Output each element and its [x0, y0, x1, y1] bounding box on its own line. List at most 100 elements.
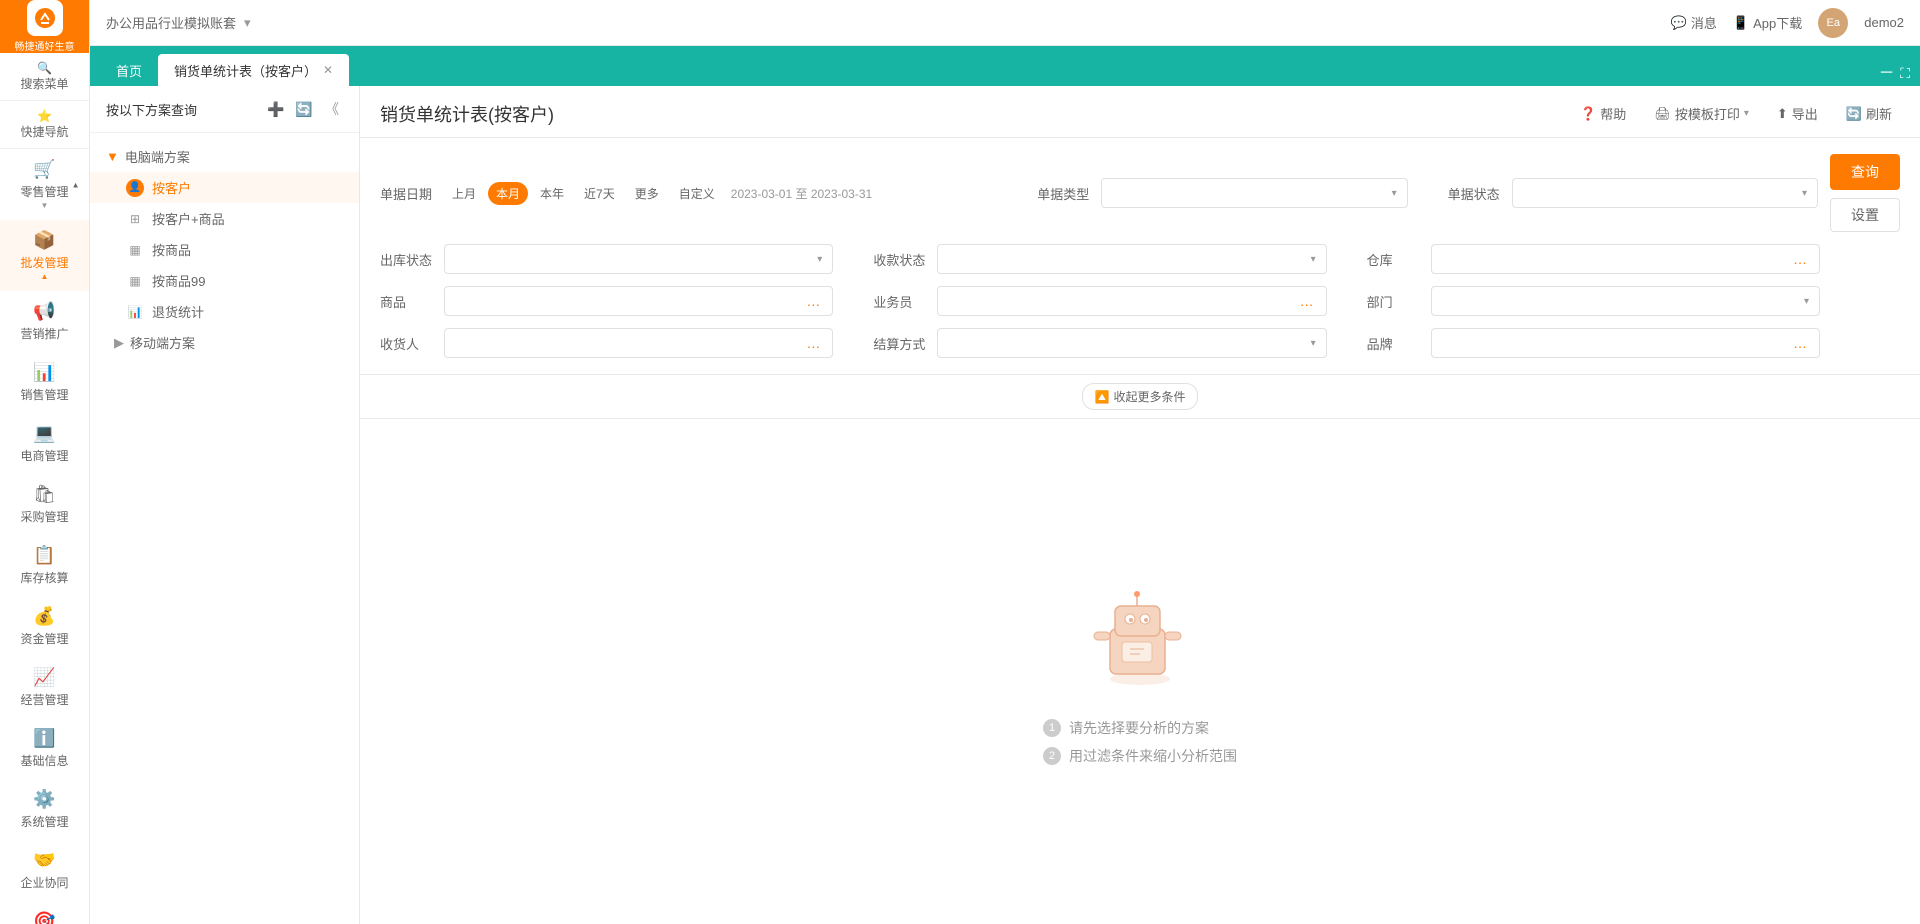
- department-filter-item: 部门 ▾: [1367, 286, 1820, 316]
- return-stats-icon: 📊: [126, 303, 144, 321]
- sidebar-item-newbie[interactable]: 🎯 新手引导: [0, 901, 90, 924]
- message-icon: 💬: [1671, 15, 1687, 31]
- payment-status-select[interactable]: ▾: [937, 244, 1326, 274]
- breadcrumb-arrow-icon[interactable]: ▾: [244, 15, 251, 31]
- tab-sales-stats[interactable]: 销货单统计表（按客户） ✕: [158, 54, 349, 86]
- user-name[interactable]: demo2: [1864, 15, 1904, 30]
- filter-row-2: 出库状态 ▾ 收款状态 ▾: [380, 244, 1900, 274]
- refresh-btn[interactable]: 🔄 刷新: [1838, 100, 1900, 127]
- template-print-btn[interactable]: 🖨 按模板打印 ▾: [1646, 100, 1757, 127]
- app-logo[interactable]: 畅捷通好生意: [0, 0, 90, 53]
- tree-item-by-goods[interactable]: ▦ 按商品: [90, 234, 359, 265]
- sidebar-quicknav-label: 快捷导航: [0, 123, 90, 140]
- message-label: 消息: [1691, 13, 1717, 32]
- collapse-bar: 🔼 收起更多条件: [360, 375, 1920, 419]
- filter-row-3: 商品 … 业务员 …: [380, 286, 1900, 316]
- tree-item-goods-99[interactable]: ▦ 按商品99: [90, 265, 359, 296]
- date-tab-more[interactable]: 更多: [627, 182, 667, 205]
- tree-item-goods-99-label: 按商品99: [152, 271, 205, 290]
- tab-minimize-icon[interactable]: ─: [1881, 64, 1892, 82]
- out-status-select[interactable]: ▾: [444, 244, 833, 274]
- tree-group-mobile-header[interactable]: ▶ 移动端方案: [90, 327, 359, 358]
- sidebar-item-basic-info[interactable]: ℹ️ 基础信息: [0, 718, 90, 779]
- receiver-select[interactable]: …: [444, 328, 833, 358]
- sales-icon: 📊: [33, 362, 55, 383]
- tab-home[interactable]: 首页: [100, 54, 158, 86]
- tree-item-customer-goods[interactable]: ⊞ 按客户+商品: [90, 203, 359, 234]
- help-btn[interactable]: ❓ 帮助: [1572, 100, 1634, 127]
- brand-select[interactable]: …: [1431, 328, 1820, 358]
- export-label: 导出: [1792, 104, 1818, 123]
- left-panel: 按以下方案查询 ➕ 🔄 《 ▼ 电脑端方案 👤 按客户: [90, 86, 360, 924]
- user-avatar[interactable]: Ea: [1818, 8, 1848, 38]
- refresh-label: 刷新: [1866, 104, 1892, 123]
- date-tab-last-month[interactable]: 上月: [444, 182, 484, 205]
- order-status-select[interactable]: ▾: [1512, 178, 1818, 208]
- step-1-num: 1: [1043, 719, 1061, 737]
- warehouse-filter-item: 仓库 …: [1367, 244, 1820, 274]
- sidebar-item-marketing[interactable]: 📢 营销推广: [0, 291, 90, 352]
- refresh-scheme-btn[interactable]: 🔄: [293, 98, 315, 120]
- help-icon: ❓: [1580, 106, 1596, 122]
- ecommerce-icon: 💻: [33, 423, 55, 444]
- sidebar-ecommerce-label: 电商管理: [20, 447, 68, 464]
- sidebar-inventory-label: 库存核算: [20, 569, 68, 586]
- goods-select[interactable]: …: [444, 286, 833, 316]
- sidebar-item-system[interactable]: ⚙️ 系统管理: [0, 779, 90, 840]
- date-tab-custom[interactable]: 自定义: [671, 182, 723, 205]
- search-icon: 🔍: [0, 61, 90, 75]
- department-select[interactable]: ▾: [1431, 286, 1820, 316]
- date-label: 单据日期: [380, 184, 436, 203]
- tree-group-pc: ▼ 电脑端方案 👤 按客户 ⊞ 按客户+商品 ▦ 按商品: [90, 141, 359, 327]
- sidebar-item-finance[interactable]: 💰 资金管理: [0, 596, 90, 657]
- retail-icon: 🛒: [33, 159, 55, 180]
- sidebar-item-ecommerce[interactable]: 💻 电商管理: [0, 413, 90, 474]
- tab-home-label: 首页: [116, 61, 142, 80]
- tree-group-pc-header[interactable]: ▼ 电脑端方案: [90, 141, 359, 172]
- sidebar-item-cooperation[interactable]: 🤝 企业协同: [0, 840, 90, 901]
- tree-item-return-stats[interactable]: 📊 退货统计: [90, 296, 359, 327]
- warehouse-select[interactable]: …: [1431, 244, 1820, 274]
- settlement-select[interactable]: ▾: [937, 328, 1326, 358]
- tab-close-icon[interactable]: ✕: [323, 63, 333, 77]
- order-type-select[interactable]: ▾: [1101, 178, 1407, 208]
- date-tab-7days[interactable]: 近7天: [576, 182, 623, 205]
- app-download-label: App下载: [1753, 13, 1802, 32]
- settings-btn[interactable]: 设置: [1830, 198, 1900, 232]
- sidebar-item-retail[interactable]: 🛒 零售管理 ▼: [0, 149, 90, 220]
- sidebar-item-inventory[interactable]: 📋 库存核算: [0, 535, 90, 596]
- receiver-label: 收货人: [380, 334, 436, 353]
- export-btn[interactable]: ⬆ 导出: [1769, 100, 1826, 127]
- export-icon: ⬆: [1777, 106, 1788, 122]
- app-download-btn[interactable]: 📱 App下载: [1733, 13, 1802, 32]
- tab-maximize-icon[interactable]: ⛶: [1900, 65, 1910, 82]
- sidebar-item-operation[interactable]: 📈 经营管理: [0, 657, 90, 718]
- sidebar-wholesale-label: 批发管理: [20, 254, 68, 271]
- sidebar-item-search[interactable]: 🔍 搜索菜单: [0, 53, 90, 101]
- order-status-filter-item: 单据状态 ▾: [1448, 178, 1818, 208]
- left-panel-header: 按以下方案查询 ➕ 🔄 《: [90, 86, 359, 133]
- sidebar-item-sales[interactable]: 📊 销售管理: [0, 352, 90, 413]
- out-status-label: 出库状态: [380, 250, 436, 269]
- sidebar-finance-label: 资金管理: [20, 630, 68, 647]
- sidebar-item-purchase[interactable]: 🛍 采购管理: [0, 474, 90, 535]
- tree-item-return-stats-label: 退货统计: [152, 302, 204, 321]
- sidebar: 畅捷通好生意 🔍 搜索菜单 ⭐ 快捷导航 🛒 零售管理 ▼ 📦 批发管理 ▲ 📢…: [0, 0, 90, 924]
- date-tab-this-month[interactable]: 本月: [488, 182, 528, 205]
- inventory-icon: 📋: [33, 545, 55, 566]
- salesperson-select[interactable]: …: [937, 286, 1326, 316]
- logo-icon: [27, 0, 63, 36]
- tree-item-by-customer[interactable]: 👤 按客户: [90, 172, 359, 203]
- query-btn[interactable]: 查询: [1830, 154, 1900, 190]
- collapse-more-btn[interactable]: 🔼 收起更多条件: [1082, 383, 1199, 410]
- message-btn[interactable]: 💬 消息: [1671, 13, 1717, 32]
- payment-status-caret-icon: ▾: [1311, 254, 1316, 265]
- sidebar-item-quicknav[interactable]: ⭐ 快捷导航: [0, 101, 90, 149]
- app-download-icon: 📱: [1733, 15, 1749, 31]
- empty-state: 1 请先选择要分析的方案 2 用过滤条件来缩小分析范围: [360, 419, 1920, 924]
- sidebar-item-wholesale[interactable]: 📦 批发管理 ▲: [0, 220, 90, 291]
- add-scheme-btn[interactable]: ➕: [265, 98, 287, 120]
- filter-row-1: 单据日期 上月 本月 本年 近7天 更多 自定义 2023-03-01 至 20…: [380, 154, 1900, 232]
- collapse-panel-btn[interactable]: 《: [321, 98, 343, 120]
- date-tab-this-year[interactable]: 本年: [532, 182, 572, 205]
